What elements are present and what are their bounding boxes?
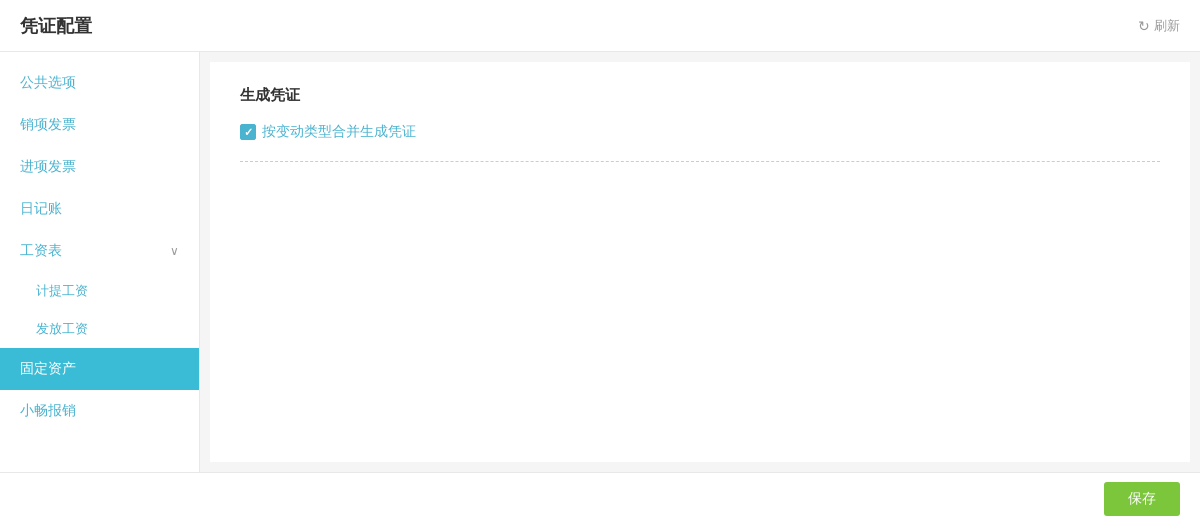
merge-voucher-checkbox[interactable]: 按变动类型合并生成凭证	[240, 123, 416, 141]
section-divider	[240, 161, 1160, 162]
sidebar-item-fixed-assets[interactable]: 固定资产	[0, 348, 199, 390]
checkbox-icon	[240, 124, 256, 140]
refresh-label: 刷新	[1154, 17, 1180, 35]
sidebar-item-accrual-payroll[interactable]: 计提工资	[0, 272, 199, 310]
chevron-down-icon: ∨	[170, 244, 179, 258]
sidebar-item-label: 小畅报销	[20, 402, 76, 420]
sidebar-item-expense-report[interactable]: 小畅报销	[0, 390, 199, 432]
sidebar-item-public-options[interactable]: 公共选项	[0, 62, 199, 104]
sidebar-item-sales-invoice[interactable]: 销项发票	[0, 104, 199, 146]
sidebar-item-pay-payroll[interactable]: 发放工资	[0, 310, 199, 348]
sidebar-item-label: 日记账	[20, 200, 62, 218]
checkbox-label: 按变动类型合并生成凭证	[262, 123, 416, 141]
sidebar-item-journal[interactable]: 日记账	[0, 188, 199, 230]
sidebar-item-label: 销项发票	[20, 116, 76, 134]
refresh-icon: ↻	[1138, 18, 1150, 34]
page-body: 公共选项 销项发票 进项发票 日记账 工资表 ∨ 计提工资 发放工资	[0, 52, 1200, 472]
section-title: 生成凭证	[240, 86, 1160, 105]
sidebar-item-payroll[interactable]: 工资表 ∨	[0, 230, 199, 272]
sidebar-item-label: 进项发票	[20, 158, 76, 176]
sidebar-item-purchase-invoice[interactable]: 进项发票	[0, 146, 199, 188]
page-title: 凭证配置	[20, 14, 92, 38]
refresh-button[interactable]: ↻ 刷新	[1138, 17, 1180, 35]
sidebar: 公共选项 销项发票 进项发票 日记账 工资表 ∨ 计提工资 发放工资	[0, 52, 200, 472]
sidebar-sub-item-label: 发放工资	[36, 320, 88, 338]
section-content: 按变动类型合并生成凭证	[240, 123, 1160, 141]
page-wrapper: 凭证配置 ↻ 刷新 公共选项 销项发票 进项发票 日记账 工资表 ∨	[0, 0, 1200, 522]
main-content: 生成凭证 按变动类型合并生成凭证	[210, 62, 1190, 462]
sidebar-sub-item-label: 计提工资	[36, 282, 88, 300]
page-footer: 保存	[0, 472, 1200, 522]
page-header: 凭证配置 ↻ 刷新	[0, 0, 1200, 52]
save-button[interactable]: 保存	[1104, 482, 1180, 516]
sidebar-item-label: 公共选项	[20, 74, 76, 92]
sidebar-item-label: 工资表	[20, 242, 62, 260]
sidebar-item-label: 固定资产	[20, 360, 76, 378]
